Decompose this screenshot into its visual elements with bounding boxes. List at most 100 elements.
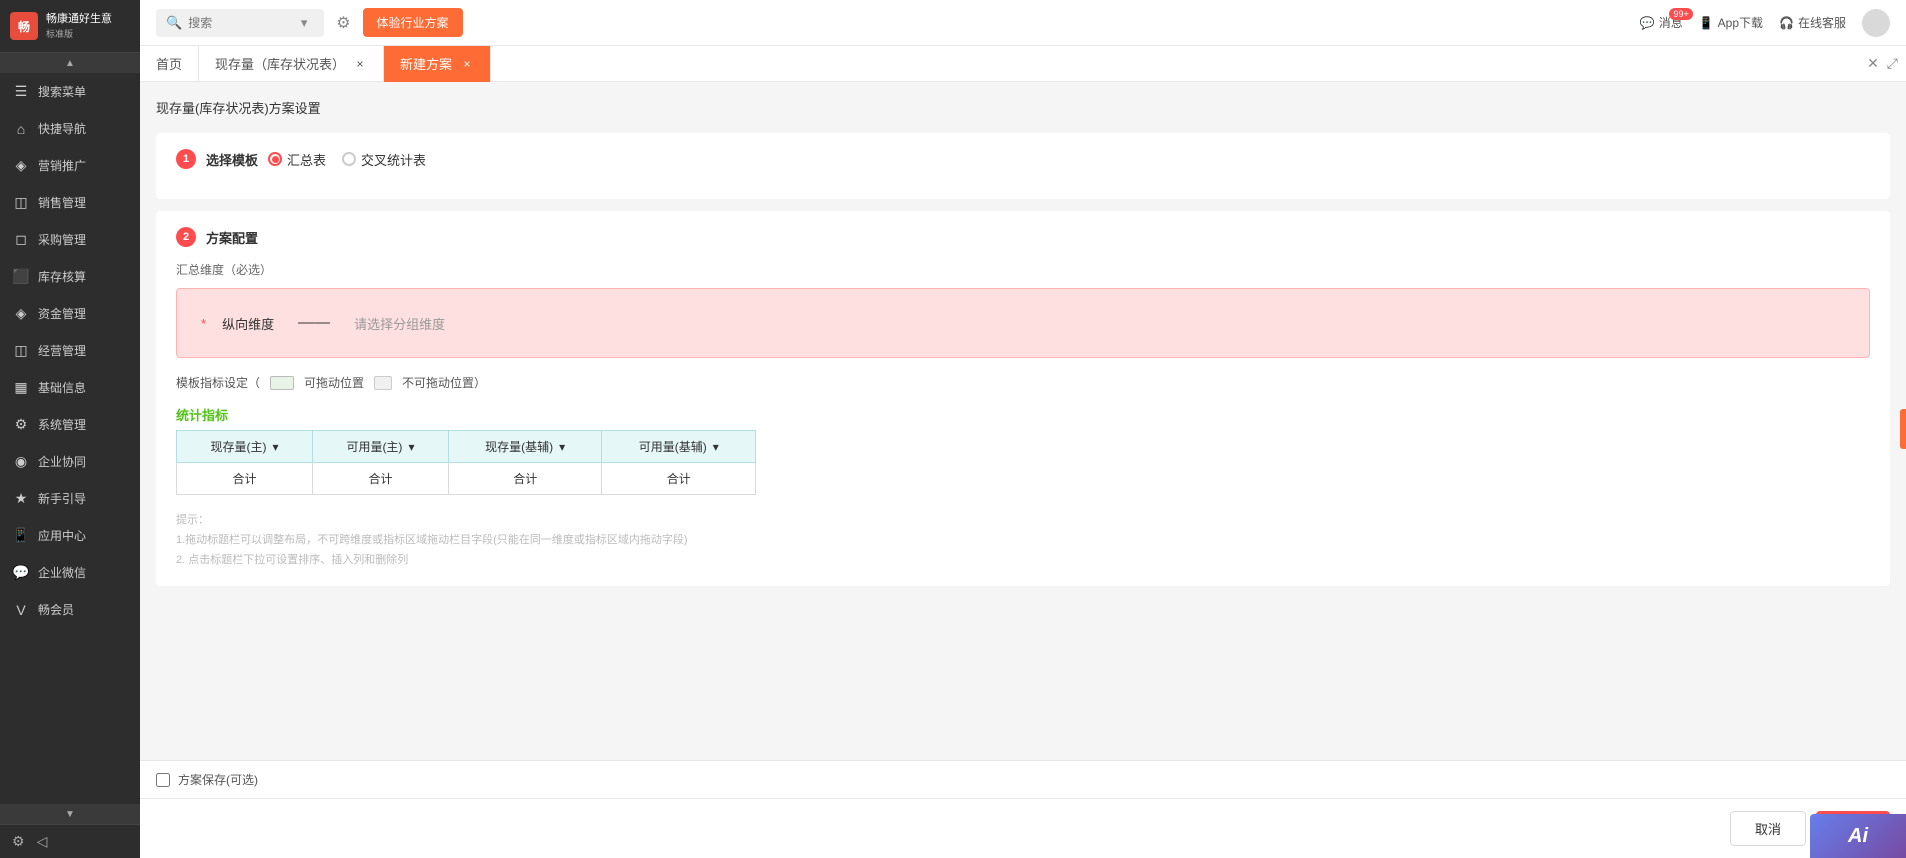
business-icon: ◫ xyxy=(12,342,30,359)
col-label-1: 可用量(主) xyxy=(346,438,402,455)
sidebar-item-marketing[interactable]: ◈ 营销推广 xyxy=(0,147,140,184)
template-radio-group: 汇总表 交叉统计表 xyxy=(268,150,426,169)
sidebar-item-label: 新手引导 xyxy=(38,490,86,507)
col-header-1[interactable]: 可用量(主) ▾ xyxy=(312,431,448,463)
sidebar-item-sales[interactable]: ◫ 销售管理 xyxy=(0,184,140,221)
guide-icon: ★ xyxy=(12,490,30,507)
ai-float-button[interactable]: Ai xyxy=(1810,814,1906,858)
mute-icon[interactable]: ◁ xyxy=(37,833,48,850)
settings-gear-icon[interactable]: ⚙ xyxy=(336,13,350,33)
topbar: 🔍 ▾ ⚙ 体验行业方案 💬 消息 99+ 📱 App下载 🎧 在线客服 xyxy=(140,0,1906,46)
sidebar: 畅 畅康通好生意 标准版 ▲ ☰ 搜索菜单 ⌂ 快捷导航 ◈ 营销推广 ◫ 销售… xyxy=(0,0,140,858)
settings-icon[interactable]: ⚙ xyxy=(12,833,25,850)
col-dropdown-3[interactable]: ▾ xyxy=(713,440,719,454)
tab-new-scheme-close-icon[interactable]: × xyxy=(460,57,474,71)
col-dropdown-1[interactable]: ▾ xyxy=(408,440,414,454)
dim-type-label: 纵向维度 xyxy=(222,314,274,333)
save-option-bar: 方案保存(可选) xyxy=(140,760,1906,798)
online-service-button[interactable]: 🎧 在线客服 xyxy=(1779,14,1846,31)
app-name: 畅康通好生意 xyxy=(46,12,112,27)
resize-handle[interactable] xyxy=(1900,409,1906,449)
tab-inventory-close-icon[interactable]: × xyxy=(353,57,367,71)
sidebar-item-purchase[interactable]: ◻ 采购管理 xyxy=(0,221,140,258)
section1-number: 1 xyxy=(176,149,196,169)
radio-summary[interactable]: 汇总表 xyxy=(268,150,326,169)
sidebar-item-search-menu[interactable]: ☰ 搜索菜单 xyxy=(0,73,140,110)
sidebar-item-corp[interactable]: ◉ 企业协同 xyxy=(0,443,140,480)
draggable-indicator-box xyxy=(270,376,294,390)
col-header-0[interactable]: 现存量(主) ▾ xyxy=(177,431,313,463)
draggable-label: 可拖动位置 xyxy=(304,374,364,391)
message-badge: 99+ xyxy=(1669,8,1692,20)
tabbar-expand-icon[interactable]: ⤢ xyxy=(1887,55,1898,72)
section-scheme-config: 2 方案配置 汇总维度（必选） * 纵向维度 —— 请选择分组维度 模板指标设定… xyxy=(156,211,1890,586)
sidebar-item-label: 企业协同 xyxy=(38,453,86,470)
ai-label: Ai xyxy=(1848,825,1868,848)
sidebar-item-label: 资金管理 xyxy=(38,305,86,322)
tips-item-1: 2. 点击标题栏下拉可设置排序、插入列和删除列 xyxy=(176,551,1870,571)
section1-header: 1 选择模板 汇总表 交叉统计表 xyxy=(176,149,1870,169)
tips-item-0: 1.拖动标题栏可以调整布局，不可跨维度或指标区域拖动栏目字段(只能在同一维度或指… xyxy=(176,531,1870,551)
sidebar-scroll-up[interactable]: ▲ xyxy=(0,53,140,73)
col-dropdown-2[interactable]: ▾ xyxy=(559,440,565,454)
non-draggable-indicator-box xyxy=(374,376,392,390)
sidebar-item-member[interactable]: V 畅会员 xyxy=(0,591,140,628)
tips-area: 提示： 1.拖动标题栏可以调整布局，不可跨维度或指标区域拖动栏目字段(只能在同一… xyxy=(176,511,1870,570)
cell-2: 合计 xyxy=(448,463,602,495)
search-box[interactable]: 🔍 ▾ xyxy=(156,9,324,37)
radio-crosstab-circle xyxy=(342,152,356,166)
sidebar-item-business[interactable]: ◫ 经营管理 xyxy=(0,332,140,369)
save-scheme-checkbox[interactable] xyxy=(156,773,170,787)
content-area: 现存量(库存状况表)方案设置 1 选择模板 汇总表 交叉统计表 xyxy=(140,82,1906,760)
tab-home[interactable]: 首页 xyxy=(140,46,199,82)
sidebar-item-label: 搜索菜单 xyxy=(38,83,86,100)
col-dropdown-0[interactable]: ▾ xyxy=(272,440,278,454)
page-title: 现存量(库存状况表)方案设置 xyxy=(156,98,1890,117)
box-icon: ⬛ xyxy=(12,268,30,285)
sidebar-item-finance[interactable]: ◈ 资金管理 xyxy=(0,295,140,332)
sidebar-item-new-guide[interactable]: ★ 新手引导 xyxy=(0,480,140,517)
search-input[interactable] xyxy=(188,16,288,30)
sidebar-item-wechat[interactable]: 💬 企业微信 xyxy=(0,554,140,591)
sidebar-item-quick-nav[interactable]: ⌂ 快捷导航 xyxy=(0,110,140,147)
dim-separator: —— xyxy=(298,314,330,332)
user-avatar[interactable] xyxy=(1862,9,1890,37)
message-button[interactable]: 💬 消息 99+ xyxy=(1640,14,1683,31)
trial-industry-button[interactable]: 体验行业方案 xyxy=(363,8,463,37)
section2-label: 方案配置 xyxy=(206,228,258,247)
radio-summary-circle xyxy=(268,152,282,166)
radio-crosstab[interactable]: 交叉统计表 xyxy=(342,150,426,169)
sidebar-item-label: 库存核算 xyxy=(38,268,86,285)
cancel-button[interactable]: 取消 xyxy=(1730,811,1806,846)
app-download-button[interactable]: 📱 App下载 xyxy=(1699,14,1763,31)
tab-inventory-status[interactable]: 现存量（库存状况表） × xyxy=(199,46,384,82)
radio-summary-inner xyxy=(272,156,279,163)
sidebar-item-label: 基础信息 xyxy=(38,379,86,396)
sidebar-item-app-center[interactable]: 📱 应用中心 xyxy=(0,517,140,554)
sidebar-header: 畅 畅康通好生意 标准版 xyxy=(0,0,140,53)
search-icon: 🔍 xyxy=(166,15,182,31)
sidebar-item-basic-info[interactable]: ▦ 基础信息 xyxy=(0,369,140,406)
bottom-actions: 取消 查询 xyxy=(140,798,1906,858)
sidebar-item-inventory[interactable]: ⬛ 库存核算 xyxy=(0,258,140,295)
tabbar-close-icon[interactable]: ✕ xyxy=(1867,55,1879,72)
col-header-2[interactable]: 现存量(基辅) ▾ xyxy=(448,431,602,463)
sidebar-item-label: 销售管理 xyxy=(38,194,86,211)
sidebar-item-label: 畅会员 xyxy=(38,601,74,618)
tab-new-scheme[interactable]: 新建方案 × xyxy=(384,46,491,82)
sidebar-item-label: 营销推广 xyxy=(38,157,86,174)
sidebar-item-label: 采购管理 xyxy=(38,231,86,248)
col-header-3[interactable]: 可用量(基辅) ▾ xyxy=(602,431,756,463)
required-mark: * xyxy=(201,316,206,331)
col-label-0: 现存量(主) xyxy=(210,438,266,455)
bag-icon: ◻ xyxy=(12,231,30,248)
stats-table: 现存量(主) ▾ 可用量(主) ▾ 现存量(基辅 xyxy=(176,430,756,495)
dimension-area[interactable]: * 纵向维度 —— 请选择分组维度 xyxy=(176,288,1870,358)
search-dropdown-icon[interactable]: ▾ xyxy=(294,13,314,33)
info-icon: ▦ xyxy=(12,379,30,396)
sidebar-item-system[interactable]: ⚙ 系统管理 xyxy=(0,406,140,443)
topbar-right: 💬 消息 99+ 📱 App下载 🎧 在线客服 xyxy=(1640,9,1890,37)
sidebar-items: ☰ 搜索菜单 ⌂ 快捷导航 ◈ 营销推广 ◫ 销售管理 ◻ 采购管理 ⬛ 库存核… xyxy=(0,73,140,804)
sidebar-scroll-down[interactable]: ▼ xyxy=(0,804,140,824)
search-menu-icon: ☰ xyxy=(12,83,30,100)
